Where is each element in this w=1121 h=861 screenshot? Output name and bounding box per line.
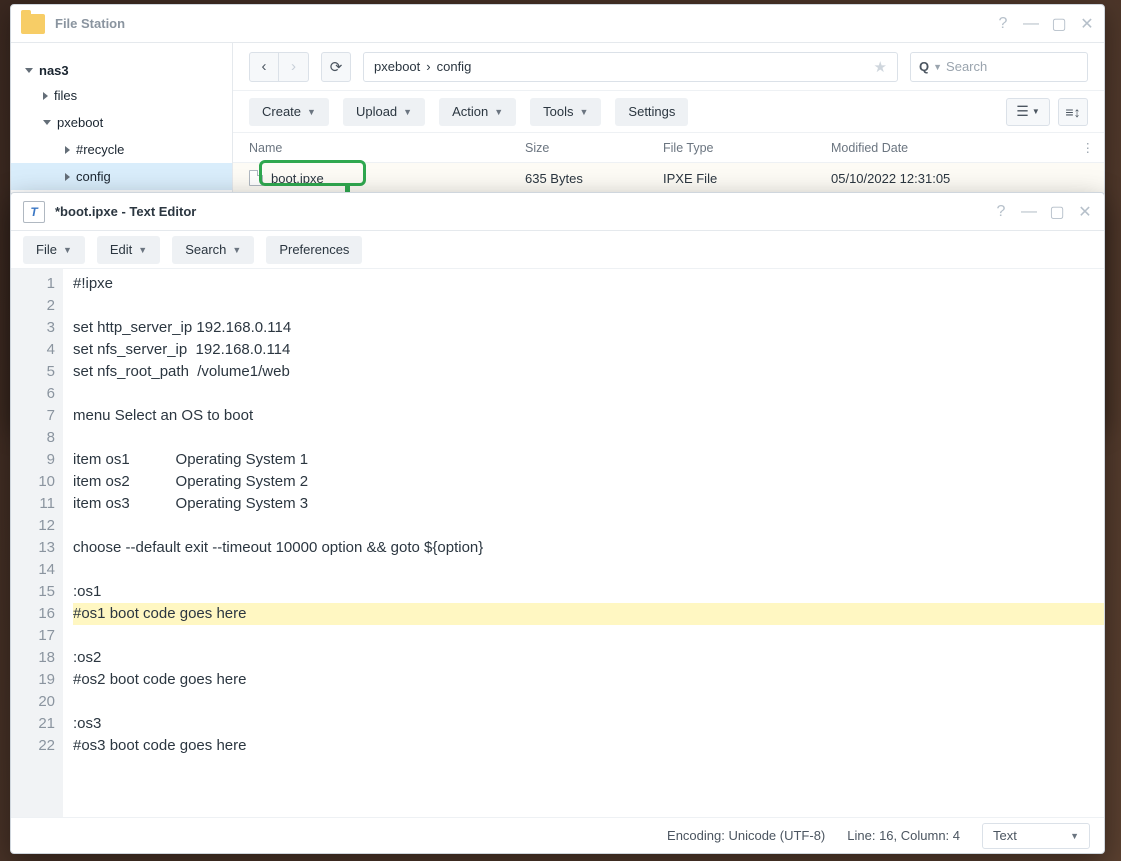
chevron-down-icon: [43, 120, 51, 125]
chevron-right-icon: [65, 173, 70, 181]
chevron-right-icon: [65, 146, 70, 154]
line-number-gutter: 12345678910111213141516171819202122: [11, 269, 63, 817]
minimize-icon[interactable]: —: [1024, 17, 1038, 31]
menu-file[interactable]: File▼: [23, 236, 85, 264]
chevron-down-icon: [25, 68, 33, 73]
breadcrumb-part: pxeboot: [374, 59, 420, 74]
refresh-button[interactable]: ⟳: [321, 52, 351, 82]
maximize-icon[interactable]: ▢: [1052, 17, 1066, 31]
create-button[interactable]: Create▼: [249, 98, 329, 126]
file-date: 05/10/2022 12:31:05: [831, 171, 1104, 186]
tree-item-files[interactable]: files: [11, 82, 232, 109]
tree-root[interactable]: nas3: [11, 59, 232, 82]
tree-root-label: nas3: [39, 63, 69, 78]
file-station-titlebar[interactable]: File Station ? — ▢ ✕: [11, 5, 1104, 43]
menu-search[interactable]: Search▼: [172, 236, 254, 264]
tree-item-label: #recycle: [76, 142, 124, 157]
search-input[interactable]: Q▼ Search: [910, 52, 1088, 82]
status-bar: Encoding: Unicode (UTF-8) Line: 16, Colu…: [11, 817, 1104, 853]
column-size[interactable]: Size: [525, 141, 663, 155]
column-date[interactable]: Modified Date: [831, 141, 1104, 155]
text-editor-icon: T: [23, 201, 45, 223]
status-position: Line: 16, Column: 4: [847, 828, 960, 843]
column-type[interactable]: File Type: [663, 141, 831, 155]
file-size: 635 Bytes: [525, 171, 663, 186]
tree-item-label: pxeboot: [57, 115, 103, 130]
text-editor-titlebar[interactable]: T *boot.ipxe - Text Editor ? — ▢ ✕: [11, 193, 1104, 231]
nav-back-button[interactable]: ‹: [249, 52, 279, 82]
close-icon[interactable]: ✕: [1080, 17, 1094, 31]
menu-preferences[interactable]: Preferences: [266, 236, 362, 264]
menu-edit[interactable]: Edit▼: [97, 236, 160, 264]
minimize-icon[interactable]: —: [1022, 205, 1036, 219]
folder-icon: [21, 14, 45, 34]
settings-button[interactable]: Settings: [615, 98, 688, 126]
tree-item-pxeboot[interactable]: pxeboot: [11, 109, 232, 136]
search-icon: Q: [919, 59, 929, 74]
chevron-right-icon: ›: [426, 59, 430, 74]
star-icon[interactable]: ★: [874, 58, 887, 76]
action-button[interactable]: Action▼: [439, 98, 516, 126]
file-station-title: File Station: [55, 16, 125, 31]
tree-item-label: files: [54, 88, 77, 103]
sort-button[interactable]: ≡↕: [1058, 98, 1088, 126]
breadcrumb[interactable]: pxeboot › config ★: [363, 52, 898, 82]
breadcrumb-part: config: [437, 59, 472, 74]
tree-item-config[interactable]: config: [11, 163, 232, 190]
maximize-icon[interactable]: ▢: [1050, 205, 1064, 219]
tree-item-recycle[interactable]: #recycle: [11, 136, 232, 163]
status-encoding: Encoding: Unicode (UTF-8): [667, 828, 825, 843]
file-list-header: Name Size File Type Modified Date ⋮: [233, 133, 1104, 163]
upload-button[interactable]: Upload▼: [343, 98, 425, 126]
tools-button[interactable]: Tools▼: [530, 98, 601, 126]
text-editor-window: T *boot.ipxe - Text Editor ? — ▢ ✕ File▼…: [10, 192, 1105, 854]
code-editor[interactable]: 12345678910111213141516171819202122 #!ip…: [11, 269, 1104, 817]
column-name[interactable]: Name: [249, 141, 525, 155]
more-columns-icon[interactable]: ⋮: [1082, 140, 1095, 155]
view-mode-button[interactable]: ☰ ▼: [1006, 98, 1050, 126]
help-icon[interactable]: ?: [996, 17, 1010, 31]
format-select[interactable]: Text▼: [982, 823, 1090, 849]
help-icon[interactable]: ?: [994, 205, 1008, 219]
nav-forward-button[interactable]: ›: [279, 52, 309, 82]
code-content[interactable]: #!ipxeset http_server_ip 192.168.0.114se…: [63, 269, 1104, 817]
tree-item-label: config: [76, 169, 111, 184]
text-editor-title: *boot.ipxe - Text Editor: [55, 204, 196, 219]
chevron-right-icon: [43, 92, 48, 100]
search-placeholder: Search: [946, 59, 987, 74]
file-name: boot.ipxe: [271, 171, 324, 186]
file-icon: [249, 170, 263, 186]
file-row[interactable]: boot.ipxe 635 Bytes IPXE File 05/10/2022…: [233, 163, 1104, 193]
close-icon[interactable]: ✕: [1078, 205, 1092, 219]
file-type: IPXE File: [663, 171, 831, 186]
